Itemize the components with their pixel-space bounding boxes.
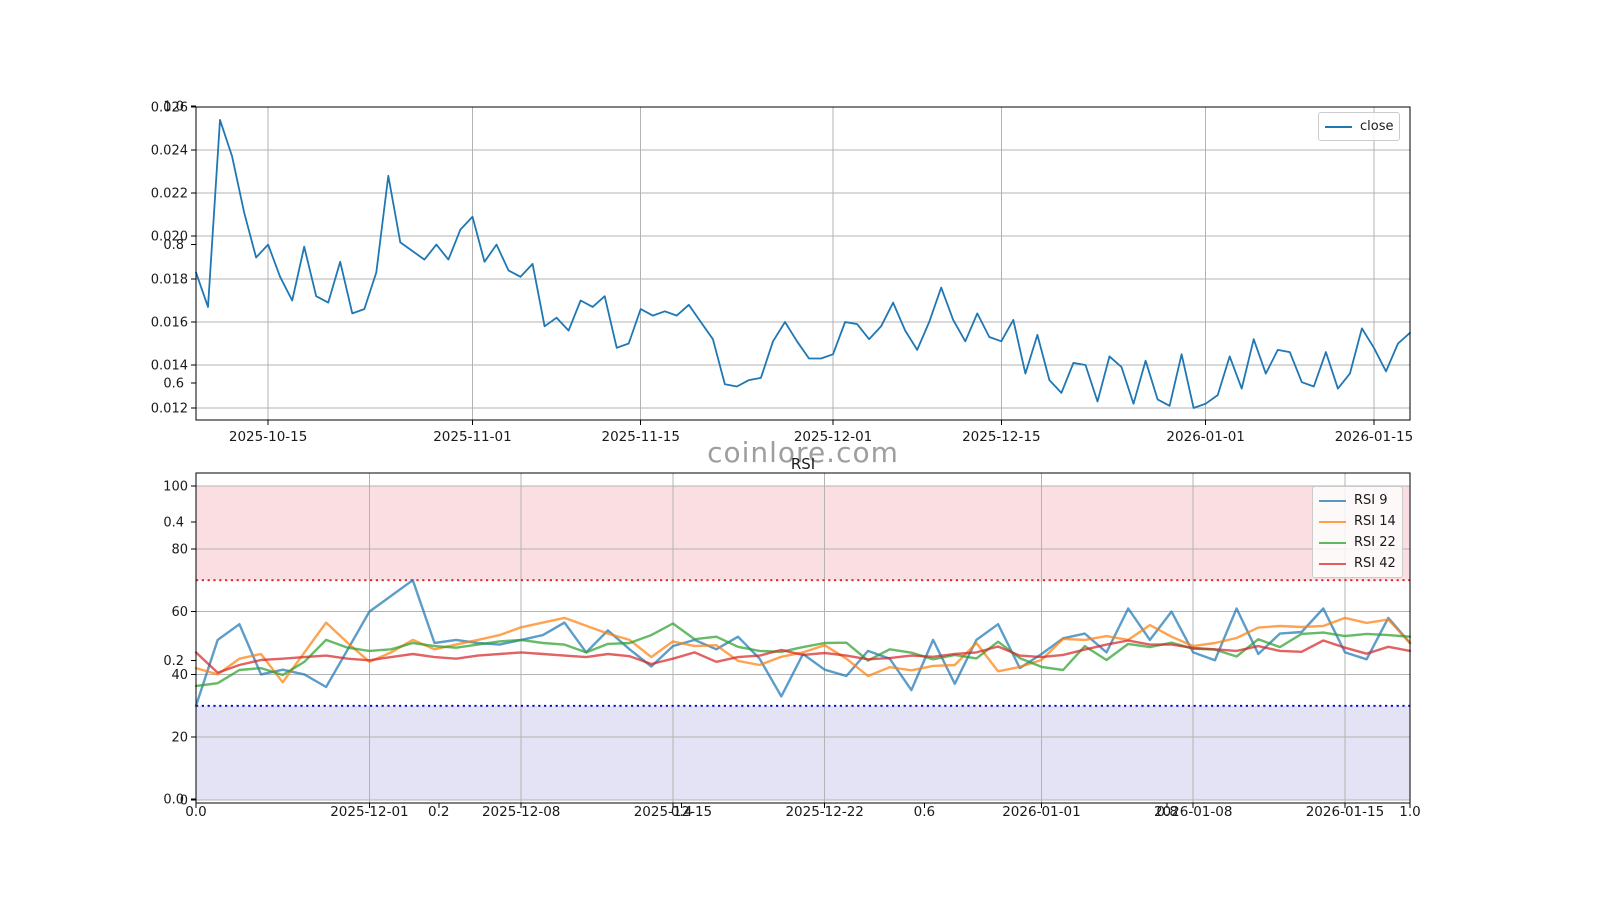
legend-close: close: [1318, 112, 1401, 141]
rsi-x-tick-label: 2026-01-15: [1306, 804, 1384, 820]
legend-label-rsi42: RSI 42: [1354, 556, 1396, 571]
oversold-band: [196, 705, 1410, 800]
rsi9-line-swatch: [1319, 499, 1346, 502]
overbought-band: [196, 486, 1410, 581]
rsi-x-tick-label: 2025-12-22: [785, 804, 863, 820]
overlay-x-tick-label: 0.6: [914, 804, 935, 820]
rsi-y-tick-label: 40: [171, 668, 188, 683]
overlay-y-tick-label: 0.0: [163, 793, 184, 808]
overlay-x-tick-label: 1.0: [1399, 804, 1420, 820]
legend-item-rsi9: RSI 9: [1319, 490, 1396, 511]
overlay-x-tick-label: 0.4: [671, 804, 692, 820]
rsi14-line-swatch: [1319, 520, 1346, 523]
rsi-x-tick-label: 2025-12-01: [330, 804, 408, 820]
price-y-tick-label: 0.012: [151, 402, 188, 417]
overlay-x-tick-label: 0.0: [185, 804, 206, 820]
overlay-y-tick-label: 0.6: [163, 377, 184, 392]
overlay-y-tick-label: 0.4: [163, 515, 184, 530]
price-y-tick-label: 0.016: [151, 316, 188, 331]
price-x-tick-label: 2026-01-15: [1335, 429, 1413, 445]
rsi-y-tick-label: 80: [171, 542, 188, 557]
close-line-swatch: [1325, 125, 1352, 128]
rsi-y-tick-label: 100: [163, 480, 188, 495]
rsi22-line-swatch: [1319, 541, 1346, 544]
legend-label-rsi22: RSI 22: [1354, 535, 1396, 550]
rsi-subplot-title: RSI: [790, 455, 816, 473]
rsi-9-line: [194, 579, 1412, 707]
price-y-tick-label: 0.022: [151, 187, 188, 202]
rsi-x-tick-label: 2026-01-01: [1002, 804, 1080, 820]
overlay-x-tick-label: 0.8: [1156, 804, 1177, 820]
overlay-x-tick-label: 0.2: [428, 804, 449, 820]
legend-item-close: close: [1325, 116, 1393, 137]
rsi-y-tick-label: 20: [171, 731, 188, 746]
price-y-tick-label: 0.024: [151, 144, 188, 159]
price-x-tick-label: 2025-10-15: [229, 429, 307, 445]
price-y-tick-label: 0.018: [151, 273, 188, 288]
overlay-y-tick-label: 1.0: [163, 100, 184, 115]
overlay-y-tick-label: 0.2: [163, 654, 184, 669]
legend-item-rsi22: RSI 22: [1319, 532, 1396, 553]
price-y-tick-label: 0.014: [151, 359, 188, 374]
rsi-42-line: [194, 639, 1412, 674]
figure: 0.012 0.014 0.016 0.018 0.020 0.022 0.024 0.026…: [0, 0, 1600, 900]
legend-label-close: close: [1360, 119, 1394, 134]
legend-rsi: RSI 9 RSI 14 RSI 22 RSI 42: [1312, 486, 1403, 578]
rsi-y-tick-label: 60: [171, 605, 188, 620]
overlay-y-tick-label: 0.8: [163, 238, 184, 253]
legend-label-rsi14: RSI 14: [1354, 514, 1396, 529]
rsi-x-tick-label: 2025-12-08: [482, 804, 560, 820]
legend-item-rsi14: RSI 14: [1319, 511, 1396, 532]
rsi42-line-swatch: [1319, 562, 1346, 565]
legend-item-rsi42: RSI 42: [1319, 553, 1396, 574]
legend-label-rsi9: RSI 9: [1354, 493, 1388, 508]
